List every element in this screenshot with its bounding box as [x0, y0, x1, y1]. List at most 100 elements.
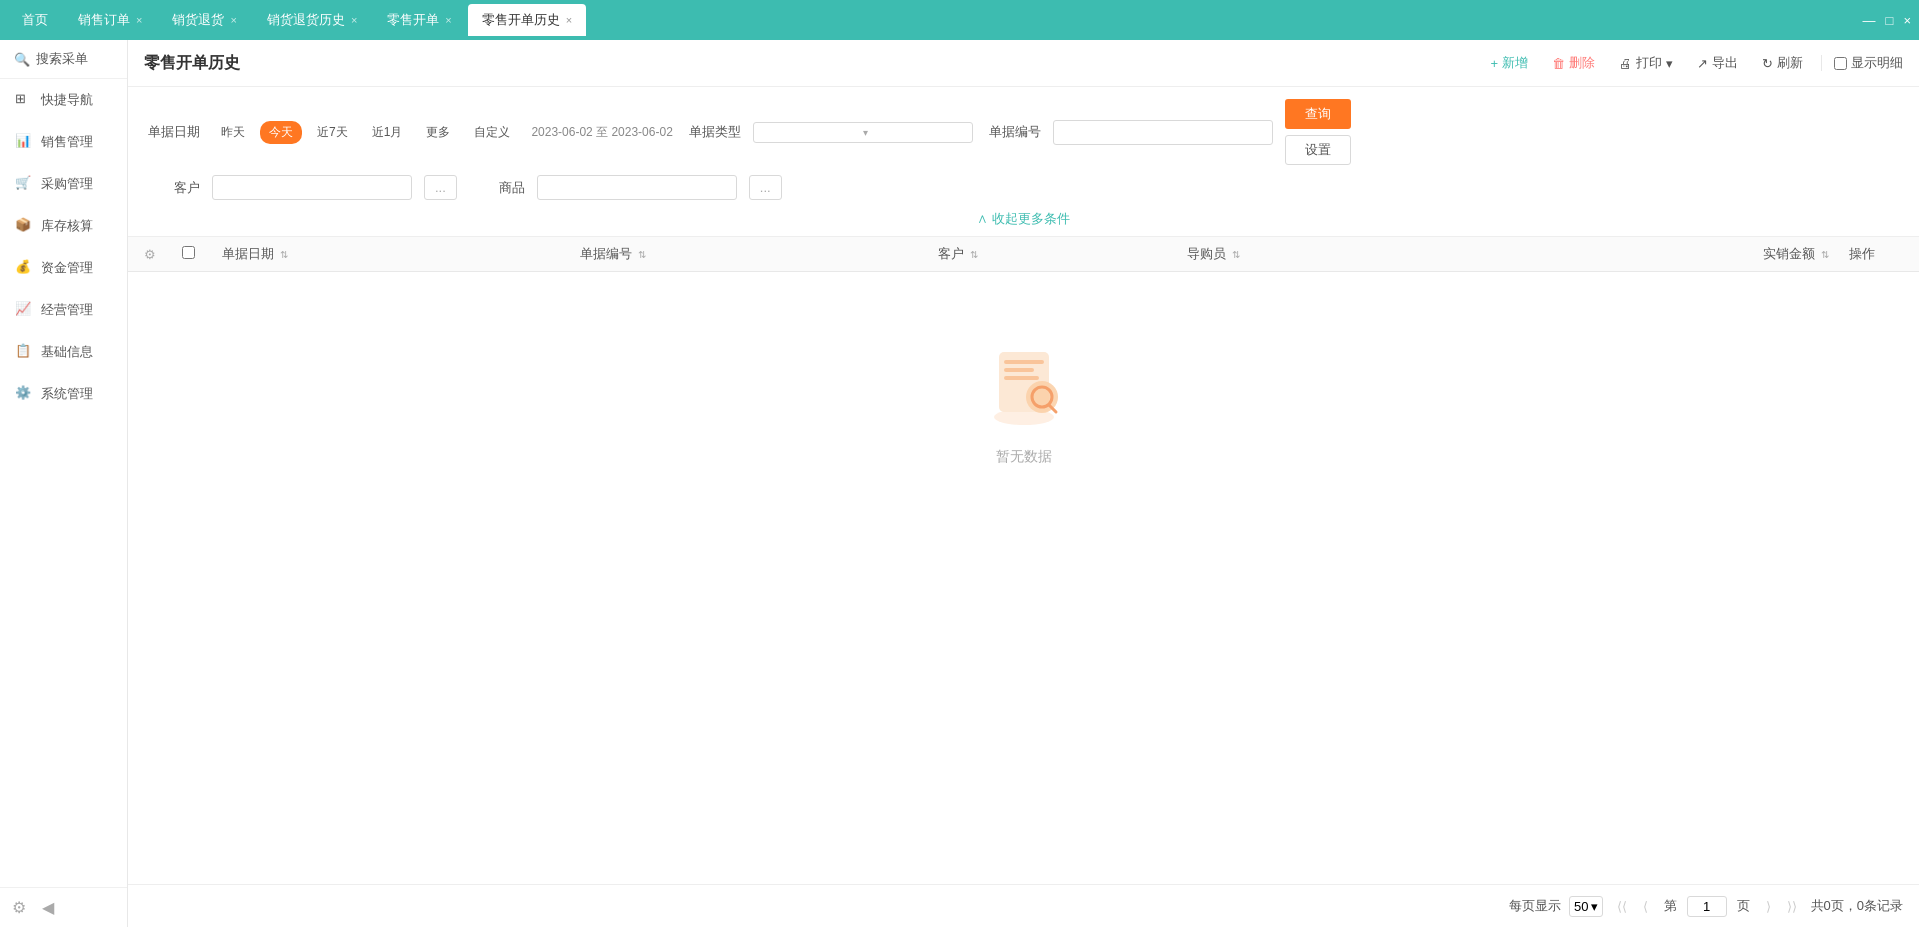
select-all-checkbox[interactable]	[182, 246, 195, 259]
window-controls: — □ ×	[1863, 13, 1911, 28]
th-number-label: 单据编号	[580, 246, 632, 261]
tab-sales-order-close[interactable]: ×	[136, 14, 142, 26]
th-number[interactable]: 单据编号 ⇅	[570, 237, 928, 272]
show-detail-label: 显示明细	[1851, 54, 1903, 72]
tab-sales-return-history[interactable]: 销货退货历史 ×	[253, 4, 371, 36]
per-page-select[interactable]: 50 ▾	[1569, 896, 1602, 917]
goods-ellipsis[interactable]: ...	[749, 175, 782, 200]
svg-rect-2	[1004, 360, 1044, 364]
add-label: 新增	[1502, 54, 1528, 72]
collapse-button[interactable]: ∧ 收起更多条件	[144, 210, 1903, 228]
page-input[interactable]	[1687, 896, 1727, 917]
sidebar-collapse-icon[interactable]: ◀	[42, 898, 54, 917]
sidebar-item-sys-mgmt[interactable]: ⚙️ 系统管理	[0, 373, 127, 415]
sidebar-item-sales-mgmt[interactable]: 📊 销售管理	[0, 121, 127, 163]
page-label: 第	[1658, 895, 1683, 917]
search-icon: 🔍	[14, 52, 30, 67]
table-settings-icon[interactable]: ⚙	[138, 247, 162, 262]
tab-sales-return-history-close[interactable]: ×	[351, 14, 357, 26]
th-salesperson-label: 导购员	[1187, 246, 1226, 261]
close-btn[interactable]: ×	[1903, 13, 1911, 28]
tab-sales-return[interactable]: 销货退货 ×	[158, 4, 250, 36]
prev-page-btn[interactable]: ⟨	[1637, 897, 1654, 916]
show-detail-checkbox[interactable]: 显示明细	[1834, 54, 1903, 72]
show-detail-input[interactable]	[1834, 57, 1847, 70]
th-action: 操作	[1839, 237, 1919, 272]
goods-input[interactable]	[537, 175, 737, 200]
th-date[interactable]: 单据日期 ⇅	[212, 237, 570, 272]
date-1month[interactable]: 近1月	[363, 121, 412, 144]
refresh-button[interactable]: ↻ 刷新	[1756, 50, 1809, 76]
sidebar-search[interactable]: 🔍 搜索采单	[0, 40, 127, 79]
th-settings: ⚙	[128, 237, 172, 272]
tab-retail-open[interactable]: 零售开单 ×	[373, 4, 465, 36]
th-customer[interactable]: 客户 ⇅	[928, 237, 1177, 272]
query-button[interactable]: 查询	[1285, 99, 1351, 129]
delete-label: 删除	[1569, 54, 1595, 72]
sidebar-item-finance-label: 资金管理	[41, 259, 93, 277]
tab-retail-open-history[interactable]: 零售开单历史 ×	[468, 4, 586, 36]
tab-retail-open-label: 零售开单	[387, 11, 439, 29]
delete-button[interactable]: 🗑 删除	[1546, 50, 1601, 76]
quick-nav-icon: ⊞	[15, 91, 33, 109]
sales-icon: 📊	[15, 133, 33, 151]
th-salesperson[interactable]: 导购员 ⇅	[1177, 237, 1481, 272]
tab-sales-order[interactable]: 销售订单 ×	[64, 4, 156, 36]
th-amount-sort-icon: ⇅	[1821, 249, 1829, 260]
sidebar-item-quick-nav-label: 快捷导航	[41, 91, 93, 109]
tab-sales-return-close[interactable]: ×	[230, 14, 236, 26]
tab-home[interactable]: 首页	[8, 4, 62, 36]
th-customer-label: 客户	[938, 246, 964, 261]
doc-type-select[interactable]: ▾	[753, 122, 973, 143]
tab-retail-open-history-close[interactable]: ×	[566, 14, 572, 26]
sidebar-item-base-info[interactable]: 📋 基础信息	[0, 331, 127, 373]
sidebar-item-sys-mgmt-label: 系统管理	[41, 385, 93, 403]
date-more[interactable]: 更多	[417, 121, 459, 144]
tab-retail-open-close[interactable]: ×	[445, 14, 451, 26]
data-table: ⚙ 单据日期 ⇅ 单据编号 ⇅	[128, 237, 1919, 272]
first-page-btn[interactable]: ⟨⟨	[1611, 897, 1633, 916]
empty-text: 暂无数据	[996, 448, 1052, 466]
th-date-sort-icon: ⇅	[280, 249, 288, 260]
settings-button[interactable]: 设置	[1285, 135, 1351, 165]
export-button[interactable]: ↗ 导出	[1691, 50, 1744, 76]
date-7days[interactable]: 近7天	[308, 121, 357, 144]
page-title: 零售开单历史	[144, 53, 240, 74]
per-page-label: 每页显示	[1509, 897, 1561, 915]
sidebar-item-purchase-mgmt[interactable]: 🛒 采购管理	[0, 163, 127, 205]
print-arrow-icon: ▾	[1666, 56, 1673, 71]
date-custom[interactable]: 自定义	[465, 121, 519, 144]
page-nav: ⟨⟨ ⟨ 第 页 ⟩ ⟩⟩	[1611, 895, 1803, 917]
sidebar-item-operations[interactable]: 📈 经营管理	[0, 289, 127, 331]
th-action-label: 操作	[1849, 246, 1875, 261]
sidebar-item-inventory[interactable]: 📦 库存核算	[0, 205, 127, 247]
goods-label: 商品	[469, 179, 525, 197]
add-button[interactable]: + 新增	[1484, 50, 1534, 76]
refresh-label: 刷新	[1777, 54, 1803, 72]
th-amount[interactable]: 实销金额 ⇅	[1481, 237, 1839, 272]
sidebar-bottom: ⚙ ◀	[0, 887, 127, 927]
customer-input[interactable]	[212, 175, 412, 200]
minimize-btn[interactable]: —	[1863, 13, 1876, 28]
purchase-icon: 🛒	[15, 175, 33, 193]
th-customer-sort-icon: ⇅	[970, 249, 978, 260]
customer-ellipsis[interactable]: ...	[424, 175, 457, 200]
date-today[interactable]: 今天	[260, 121, 302, 144]
filter-row-1: 单据日期 昨天 今天 近7天 近1月 更多 自定义 2023-06-02 至 2…	[144, 99, 1903, 165]
sidebar-settings-icon[interactable]: ⚙	[12, 898, 26, 917]
print-icon: 🖨	[1619, 56, 1632, 71]
maximize-btn[interactable]: □	[1886, 13, 1894, 28]
date-group: 昨天 今天 近7天 近1月 更多 自定义	[212, 121, 519, 144]
next-page-btn[interactable]: ⟩	[1760, 897, 1777, 916]
th-date-label: 单据日期	[222, 246, 274, 261]
sidebar-item-finance[interactable]: 💰 资金管理	[0, 247, 127, 289]
add-icon: +	[1490, 56, 1498, 71]
sidebar-item-quick-nav[interactable]: ⊞ 快捷导航	[0, 79, 127, 121]
doc-number-input[interactable]	[1053, 120, 1273, 145]
print-button[interactable]: 🖨 打印 ▾	[1613, 50, 1679, 76]
last-page-btn[interactable]: ⟩⟩	[1781, 897, 1803, 916]
tab-sales-order-label: 销售订单	[78, 11, 130, 29]
date-yesterday[interactable]: 昨天	[212, 121, 254, 144]
print-label: 打印	[1636, 54, 1662, 72]
sidebar-item-base-info-label: 基础信息	[41, 343, 93, 361]
